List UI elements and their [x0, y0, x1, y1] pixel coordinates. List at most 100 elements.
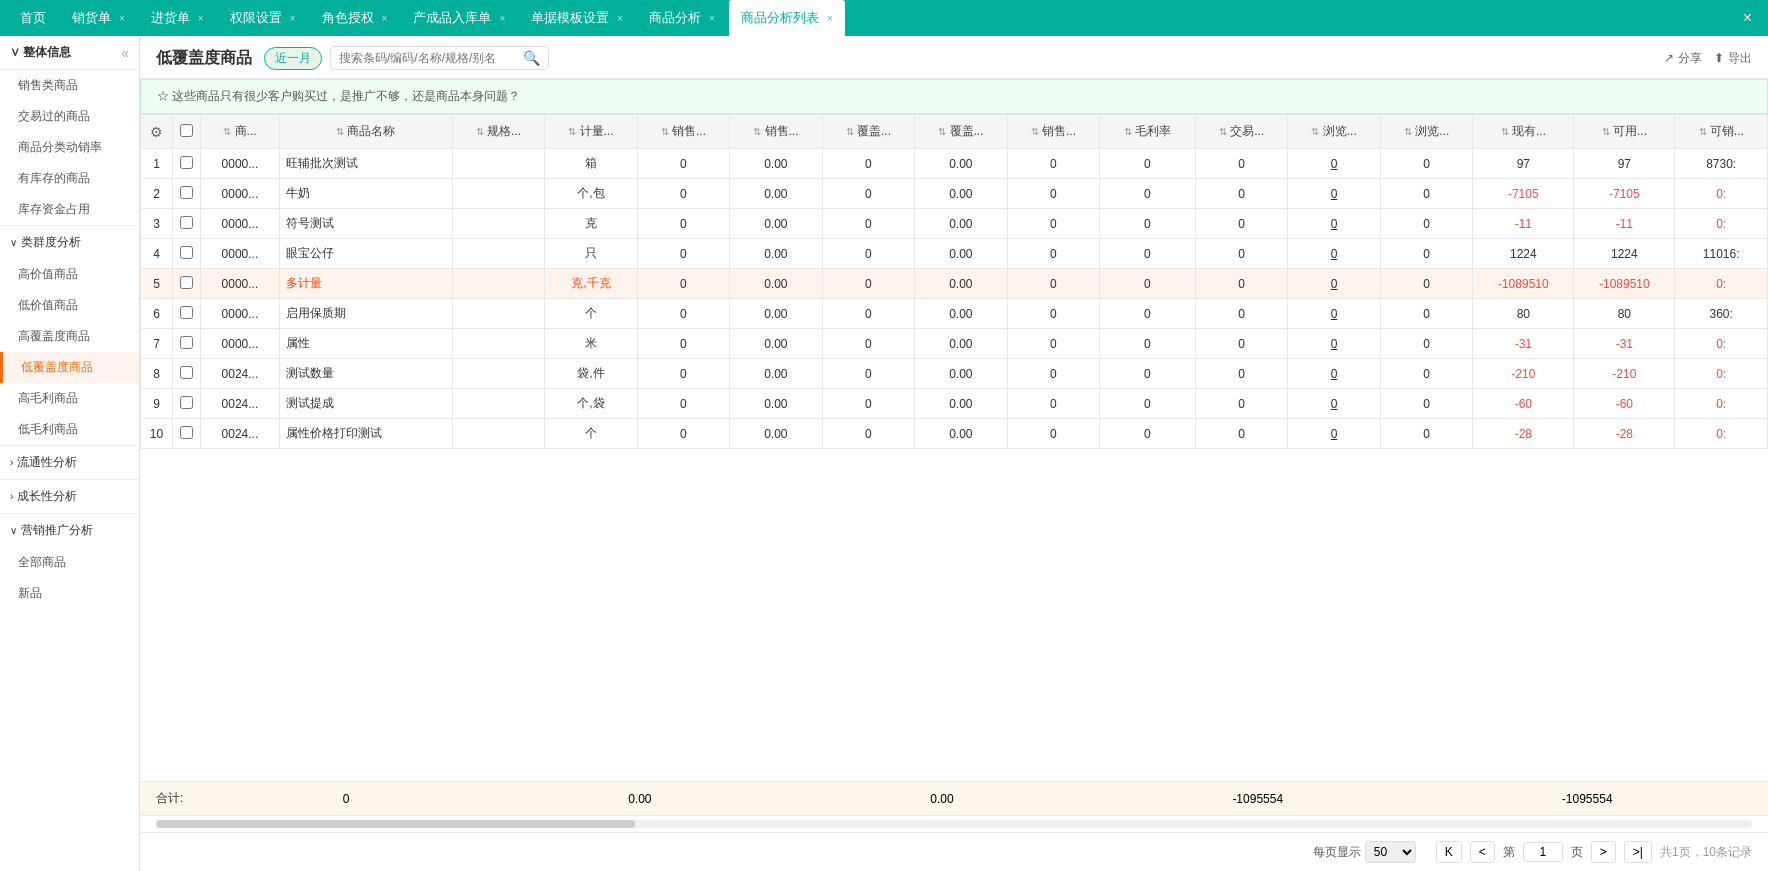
nav-item-analysis[interactable]: 商品分析 ×: [637, 0, 727, 36]
row-checkbox[interactable]: [173, 179, 201, 209]
nav-item-analysis-list[interactable]: 商品分析列表 ×: [729, 0, 845, 36]
close-icon[interactable]: ×: [499, 13, 505, 24]
sidebar-item-high-value[interactable]: 高价值商品: [0, 259, 139, 290]
close-icon[interactable]: ×: [382, 13, 388, 24]
search-input[interactable]: [339, 51, 519, 65]
sidebar-group-整体信息[interactable]: ∨ 整体信息: [10, 44, 71, 61]
row-checkbox[interactable]: [173, 149, 201, 179]
nav-close-all-button[interactable]: ×: [1735, 5, 1760, 31]
col-sellable-header[interactable]: ⇅ 可销...: [1675, 115, 1768, 149]
col-settings[interactable]: ⚙: [141, 115, 173, 149]
row-browse1[interactable]: 0: [1288, 389, 1381, 419]
col-current-header[interactable]: ⇅ 现有...: [1473, 115, 1574, 149]
sidebar-item-stocked-goods[interactable]: 有库存的商品: [0, 163, 139, 194]
row-checkbox[interactable]: [173, 269, 201, 299]
col-browse1-header[interactable]: ⇅ 浏览...: [1288, 115, 1381, 149]
row-select-checkbox[interactable]: [180, 366, 193, 379]
col-gross-rate-header[interactable]: ⇅ 毛利率: [1100, 115, 1196, 149]
page-number-input[interactable]: [1523, 842, 1563, 862]
row-browse1[interactable]: 0: [1288, 299, 1381, 329]
sidebar-item-traded-goods[interactable]: 交易过的商品: [0, 101, 139, 132]
row-checkbox[interactable]: [173, 359, 201, 389]
sidebar-group-类群度分析[interactable]: ∨ 类群度分析: [0, 225, 139, 259]
row-select-checkbox[interactable]: [180, 216, 193, 229]
sidebar-collapse-button[interactable]: «: [121, 45, 129, 61]
row-browse1[interactable]: 0: [1288, 269, 1381, 299]
close-icon[interactable]: ×: [290, 13, 296, 24]
col-trade-header[interactable]: ⇅ 交易...: [1195, 115, 1288, 149]
nav-item-role[interactable]: 角色授权 ×: [310, 0, 400, 36]
nav-item-sales[interactable]: 销货单 ×: [60, 0, 137, 36]
row-select-checkbox[interactable]: [180, 186, 193, 199]
search-icon[interactable]: 🔍: [523, 50, 540, 66]
col-cover2-header[interactable]: ⇅ 覆盖...: [915, 115, 1008, 149]
column-settings-icon[interactable]: ⚙: [150, 124, 163, 140]
sidebar-item-category-rate[interactable]: 商品分类动销率: [0, 132, 139, 163]
row-select-checkbox[interactable]: [180, 426, 193, 439]
close-icon[interactable]: ×: [827, 13, 833, 24]
col-cover1-header[interactable]: ⇅ 覆盖...: [822, 115, 915, 149]
row-select-checkbox[interactable]: [180, 276, 193, 289]
sidebar-group-流通性分析[interactable]: › 流通性分析: [0, 445, 139, 479]
col-unit-header[interactable]: ⇅ 计量...: [545, 115, 638, 149]
row-select-checkbox[interactable]: [180, 396, 193, 409]
col-sales-amt-header[interactable]: ⇅ 销售...: [730, 115, 823, 149]
row-sales3: 0: [1007, 179, 1100, 209]
row-select-checkbox[interactable]: [180, 306, 193, 319]
sidebar-item-low-coverage[interactable]: 低覆盖度商品: [0, 352, 139, 383]
date-filter-button[interactable]: 近一月: [264, 47, 322, 70]
col-browse2-header[interactable]: ⇅ 浏览...: [1380, 115, 1473, 149]
row-browse1[interactable]: 0: [1288, 419, 1381, 449]
col-available-header[interactable]: ⇅ 可用...: [1574, 115, 1675, 149]
row-checkbox[interactable]: [173, 419, 201, 449]
row-browse1[interactable]: 0: [1288, 209, 1381, 239]
last-page-button[interactable]: >|: [1624, 841, 1652, 863]
close-icon[interactable]: ×: [709, 13, 715, 24]
horizontal-scrollbar[interactable]: [140, 815, 1768, 832]
col-spec-header[interactable]: ⇅ 规格...: [452, 115, 545, 149]
row-checkbox[interactable]: [173, 209, 201, 239]
sidebar-item-high-margin[interactable]: 高毛利商品: [0, 383, 139, 414]
sidebar-item-low-value[interactable]: 低价值商品: [0, 290, 139, 321]
per-page-select[interactable]: 50 10 20 100: [1365, 841, 1416, 863]
row-browse1[interactable]: 0: [1288, 149, 1381, 179]
row-browse1[interactable]: 0: [1288, 179, 1381, 209]
row-browse1[interactable]: 0: [1288, 239, 1381, 269]
first-page-button[interactable]: K: [1436, 841, 1462, 863]
col-id-header[interactable]: ⇅ 商...: [201, 115, 280, 149]
close-icon[interactable]: ×: [617, 13, 623, 24]
nav-item-template[interactable]: 单据模板设置 ×: [519, 0, 635, 36]
export-button[interactable]: ⬆ 导出: [1714, 50, 1752, 67]
close-icon[interactable]: ×: [119, 13, 125, 24]
row-checkbox[interactable]: [173, 329, 201, 359]
row-browse1[interactable]: 0: [1288, 329, 1381, 359]
sidebar-item-new-goods[interactable]: 新品: [0, 578, 139, 609]
sidebar-item-low-margin[interactable]: 低毛利商品: [0, 414, 139, 445]
row-select-checkbox[interactable]: [180, 246, 193, 259]
row-checkbox[interactable]: [173, 299, 201, 329]
row-select-checkbox[interactable]: [180, 336, 193, 349]
nav-item-home[interactable]: 首页: [8, 0, 58, 36]
sidebar-item-high-coverage[interactable]: 高覆盖度商品: [0, 321, 139, 352]
nav-item-purchase[interactable]: 进货单 ×: [139, 0, 216, 36]
col-sales-qty-header[interactable]: ⇅ 销售...: [637, 115, 730, 149]
sidebar-group-营销推广分析[interactable]: ∨ 营销推广分析: [0, 513, 139, 547]
col-name-header[interactable]: ⇅ 商品名称: [279, 115, 452, 149]
col-sales3-header[interactable]: ⇅ 销售...: [1007, 115, 1100, 149]
row-select-checkbox[interactable]: [180, 156, 193, 169]
prev-page-button[interactable]: <: [1470, 841, 1495, 863]
nav-item-product[interactable]: 产成品入库单 ×: [401, 0, 517, 36]
nav-item-permission[interactable]: 权限设置 ×: [218, 0, 308, 36]
sidebar-item-stock-fund[interactable]: 库存资金占用: [0, 194, 139, 225]
sidebar-item-sales-goods[interactable]: 销售类商品: [0, 70, 139, 101]
share-button[interactable]: ↗ 分享: [1664, 50, 1702, 67]
scrollbar-thumb[interactable]: [156, 820, 635, 828]
sidebar-group-成长性分析[interactable]: › 成长性分析: [0, 479, 139, 513]
row-checkbox[interactable]: [173, 389, 201, 419]
next-page-button[interactable]: >: [1591, 841, 1616, 863]
close-icon[interactable]: ×: [198, 13, 204, 24]
sidebar-item-all-goods[interactable]: 全部商品: [0, 547, 139, 578]
row-browse1[interactable]: 0: [1288, 359, 1381, 389]
row-checkbox[interactable]: [173, 239, 201, 269]
select-all-checkbox[interactable]: [180, 124, 193, 137]
